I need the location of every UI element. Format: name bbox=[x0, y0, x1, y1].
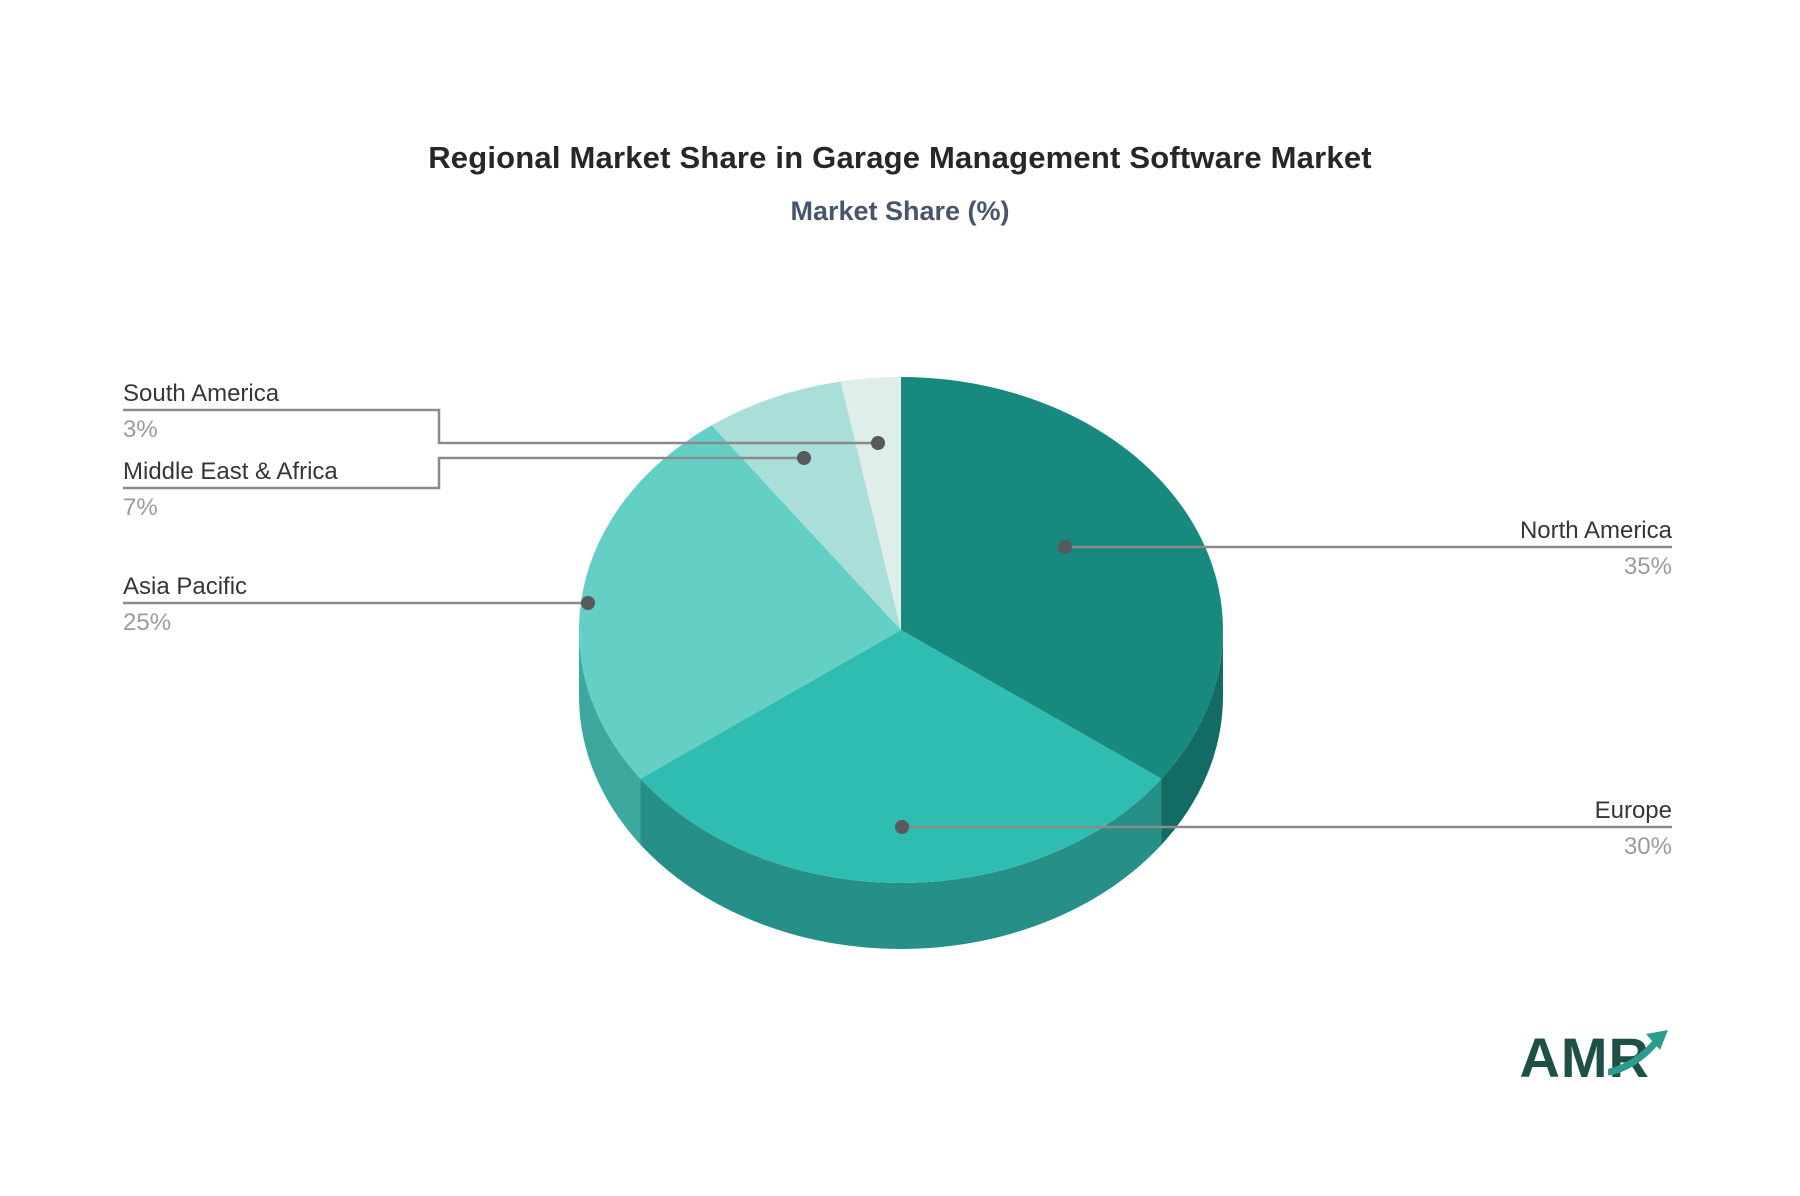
amr-logo-arrow-icon bbox=[1608, 1030, 1668, 1076]
leader-dot-middle-east-africa bbox=[797, 451, 811, 465]
amr-logo: AMR bbox=[1519, 1030, 1668, 1086]
value-middle-east-africa: 7% bbox=[123, 494, 158, 521]
chart-canvas: Regional Market Share in Garage Manageme… bbox=[0, 0, 1800, 1196]
value-north-america: 35% bbox=[1623, 553, 1672, 580]
value-south-america: 3% bbox=[123, 416, 158, 443]
label-south-america: South America bbox=[123, 380, 280, 407]
pie-chart bbox=[123, 377, 1672, 949]
label-north-america: North America bbox=[1519, 517, 1672, 544]
leader-dot-asia-pacific bbox=[581, 596, 595, 610]
leader-dot-north-america bbox=[1058, 540, 1072, 554]
leader-dot-south-america bbox=[871, 436, 885, 450]
value-europe: 30% bbox=[1623, 833, 1672, 860]
label-europe: Europe bbox=[1594, 797, 1672, 824]
value-asia-pacific: 25% bbox=[123, 609, 172, 636]
label-asia-pacific: Asia Pacific bbox=[123, 573, 248, 600]
leader-dot-europe bbox=[895, 820, 909, 834]
label-middle-east-africa: Middle East & Africa bbox=[123, 458, 338, 485]
